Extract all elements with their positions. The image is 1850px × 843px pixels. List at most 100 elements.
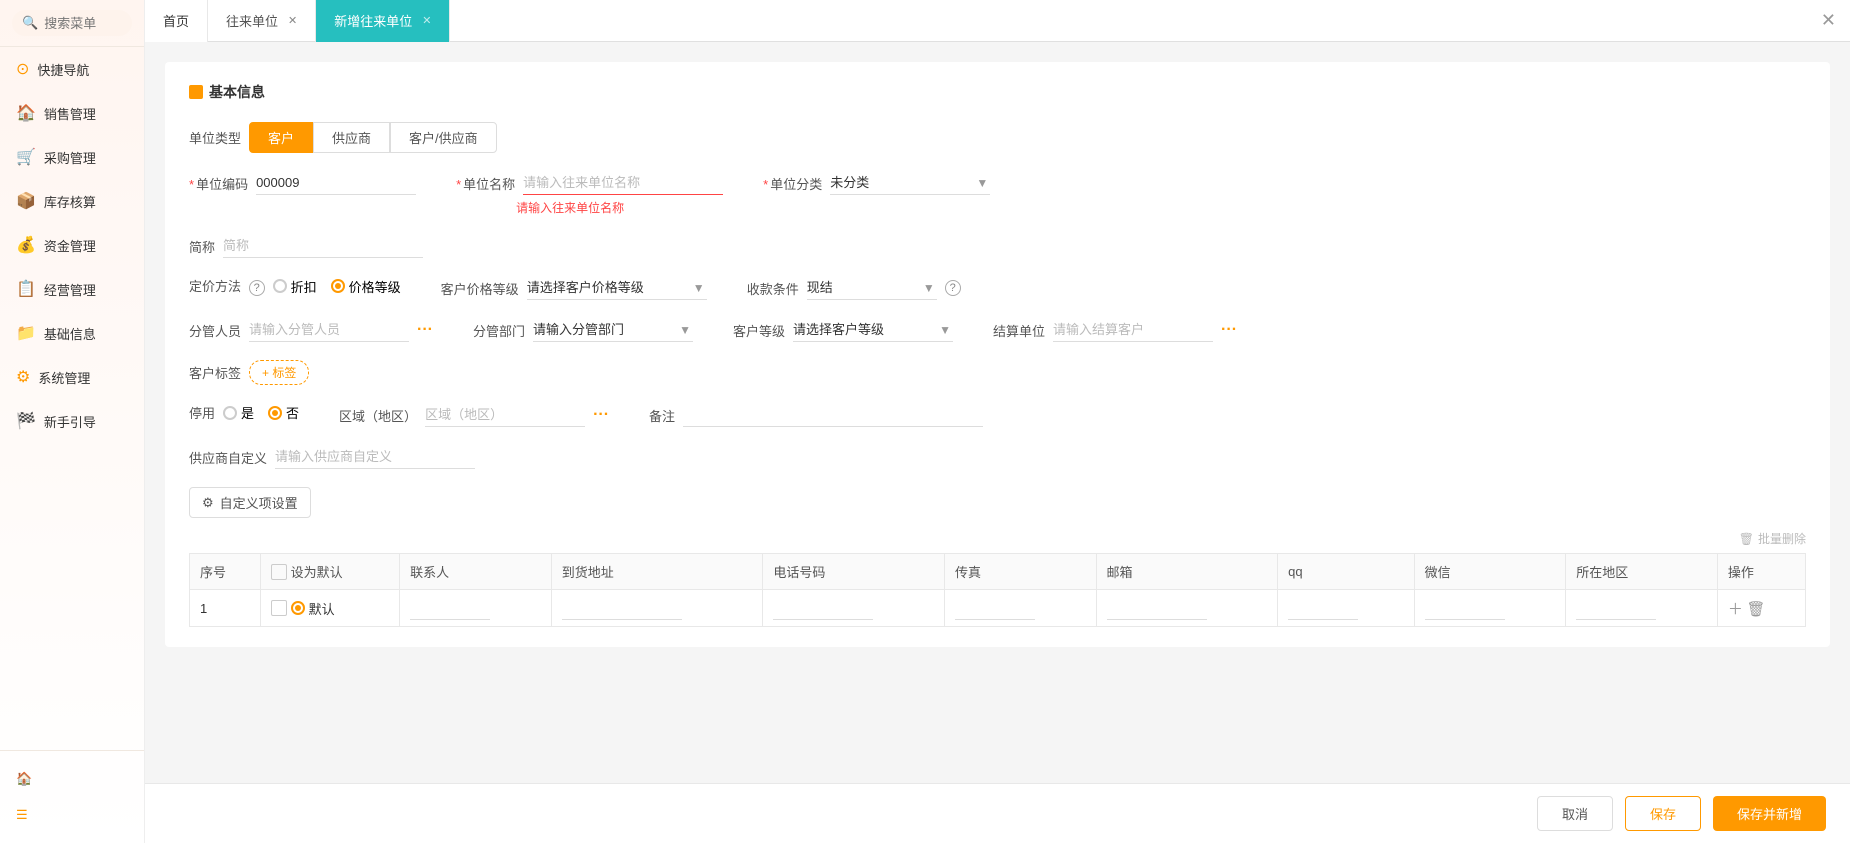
row-default: 默认: [260, 590, 400, 627]
row-email: [1096, 590, 1278, 627]
purchase-icon: 🛒: [16, 147, 36, 167]
qq-input[interactable]: [1288, 596, 1358, 620]
tab-bar: 首页 往来单位 ✕ 新增往来单位 ✕ ✕: [145, 0, 1850, 42]
remark-input[interactable]: [683, 403, 983, 427]
unit-code-input[interactable]: [256, 171, 416, 195]
unit-type-both-btn[interactable]: 客户/供应商: [390, 122, 497, 153]
unit-type-supplier-btn[interactable]: 供应商: [313, 122, 390, 153]
sidebar-item-sales[interactable]: 🏠 销售管理: [0, 91, 144, 135]
delete-row-button[interactable]: 🗑: [1746, 600, 1765, 618]
select-all-checkbox[interactable]: [271, 564, 287, 580]
required-star2: *: [456, 177, 461, 192]
payment-terms-select[interactable]: 现结: [807, 276, 937, 300]
sidebar-item-system[interactable]: ⚙ 系统管理: [0, 355, 144, 399]
contacts-table: 序号 设为默认 联系人 到货地址 电话号码 传真 邮箱 qq: [189, 553, 1806, 627]
tab-partner-new-close[interactable]: ✕: [422, 14, 431, 27]
supplier-custom-group: 供应商自定义: [189, 445, 475, 469]
unit-type-customer-btn[interactable]: 客户: [249, 122, 313, 153]
sidebar-item-inventory[interactable]: 📦 库存核算: [0, 179, 144, 223]
sidebar-item-label: 基础信息: [44, 324, 96, 343]
settlement-unit-input[interactable]: [1053, 318, 1213, 342]
save-button[interactable]: 保存: [1625, 796, 1701, 831]
supplier-custom-input[interactable]: [275, 445, 475, 469]
unit-category-select[interactable]: 未分类: [830, 171, 990, 195]
payment-terms-group: 收款条件 现结 ▼ ?: [747, 276, 961, 300]
custom-settings-button[interactable]: ⚙ 自定义项设置: [189, 487, 311, 518]
save-new-button[interactable]: 保存并新增: [1713, 796, 1826, 831]
pricing-method-help-icon[interactable]: ?: [249, 280, 265, 296]
phone-input[interactable]: [773, 596, 873, 620]
sidebar-item-purchase[interactable]: 🛒 采购管理: [0, 135, 144, 179]
sidebar-item-finance[interactable]: 💰 资金管理: [0, 223, 144, 267]
email-input[interactable]: [1107, 596, 1207, 620]
region-ellipsis-btn[interactable]: ···: [593, 406, 609, 424]
main-area: 首页 往来单位 ✕ 新增往来单位 ✕ ✕ 基本信息 单位类型 客: [145, 0, 1850, 843]
contact-input[interactable]: [410, 596, 490, 620]
sidebar-bottom-home[interactable]: 🏠: [0, 761, 144, 797]
tab-home[interactable]: 首页: [145, 0, 208, 42]
disabled-no-circle: [268, 406, 282, 420]
region-input[interactable]: [425, 403, 585, 427]
customer-level-select[interactable]: 请选择客户等级: [793, 318, 953, 342]
add-row-button[interactable]: ＋: [1728, 598, 1743, 619]
disabled-label: 停用: [189, 403, 215, 422]
region-group: 区域（地区） ···: [339, 403, 609, 427]
unit-code-label: *单位编码: [189, 174, 248, 193]
tab-partner-new[interactable]: 新增往来单位 ✕: [316, 0, 450, 42]
add-tag-button[interactable]: + 标签: [249, 360, 309, 385]
sidebar-search-box[interactable]: 🔍: [12, 10, 132, 36]
customer-price-level-select[interactable]: 请选择客户价格等级: [527, 276, 707, 300]
pricing-discount-radio[interactable]: 折扣: [273, 277, 317, 296]
sidebar-item-label: 快捷导航: [37, 60, 89, 79]
short-name-row: 简称: [189, 234, 1806, 258]
sidebar-item-label: 经营管理: [44, 280, 96, 299]
sidebar-item-quicknav[interactable]: ⊙ 快捷导航: [0, 47, 144, 91]
section-title-icon: [189, 85, 203, 99]
col-index: 序号: [190, 554, 261, 590]
search-input[interactable]: [44, 16, 124, 31]
batch-delete-label: 批量删除: [1758, 530, 1806, 547]
discount-radio-circle: [273, 279, 287, 293]
row-region-input[interactable]: [1576, 596, 1656, 620]
manager-input[interactable]: [249, 318, 409, 342]
row-default-radio[interactable]: 默认: [291, 599, 335, 618]
tab-partner-list[interactable]: 往来单位 ✕: [208, 0, 316, 42]
unit-name-input[interactable]: [523, 171, 723, 195]
pricing-level-radio[interactable]: 价格等级: [331, 277, 401, 296]
remark-group: 备注: [649, 403, 983, 427]
unit-category-select-wrapper: 未分类 ▼: [830, 171, 990, 195]
address-input[interactable]: [562, 596, 682, 620]
sidebar-item-label: 系统管理: [38, 368, 90, 387]
operation-icon: 📋: [16, 279, 36, 299]
batch-delete-button[interactable]: 🗑 批量删除: [1739, 530, 1806, 547]
tab-partner-list-close[interactable]: ✕: [288, 14, 297, 27]
department-select[interactable]: 请输入分管部门: [533, 318, 693, 342]
pricing-row: 定价方法 ? 折扣 价格等级: [189, 276, 1806, 300]
sidebar-item-basic[interactable]: 📁 基础信息: [0, 311, 144, 355]
disabled-no-radio[interactable]: 否: [268, 403, 299, 422]
wechat-input[interactable]: [1425, 596, 1505, 620]
row-checkbox[interactable]: [271, 600, 287, 616]
sidebar-item-operation[interactable]: 📋 经营管理: [0, 267, 144, 311]
sidebar-item-label: 库存核算: [44, 192, 96, 211]
col-email: 邮箱: [1096, 554, 1278, 590]
tab-partner-new-label: 新增往来单位: [334, 11, 412, 30]
sidebar-item-label: 新手引导: [44, 412, 96, 431]
fax-input[interactable]: [955, 596, 1035, 620]
manager-ellipsis-btn[interactable]: ···: [417, 321, 433, 339]
disabled-yes-radio[interactable]: 是: [223, 403, 254, 422]
short-name-input[interactable]: [223, 234, 423, 258]
col-wechat: 微信: [1414, 554, 1566, 590]
tab-partner-list-label: 往来单位: [226, 11, 278, 30]
sidebar-item-guide[interactable]: 🏁 新手引导: [0, 399, 144, 443]
settlement-unit-ellipsis-btn[interactable]: ···: [1221, 321, 1237, 339]
customer-level-select-wrapper: 请选择客户等级 ▼: [793, 318, 953, 342]
cancel-button[interactable]: 取消: [1537, 796, 1613, 831]
close-all-tabs-button[interactable]: ✕: [1807, 10, 1850, 31]
payment-terms-label: 收款条件: [747, 279, 799, 298]
payment-terms-help-icon[interactable]: ?: [945, 280, 961, 296]
sidebar-bottom-menu[interactable]: ☰: [0, 797, 144, 833]
payment-terms-select-wrapper: 现结 ▼: [807, 276, 937, 300]
unit-category-label: *单位分类: [763, 174, 822, 193]
customer-price-level-label: 客户价格等级: [441, 279, 519, 298]
